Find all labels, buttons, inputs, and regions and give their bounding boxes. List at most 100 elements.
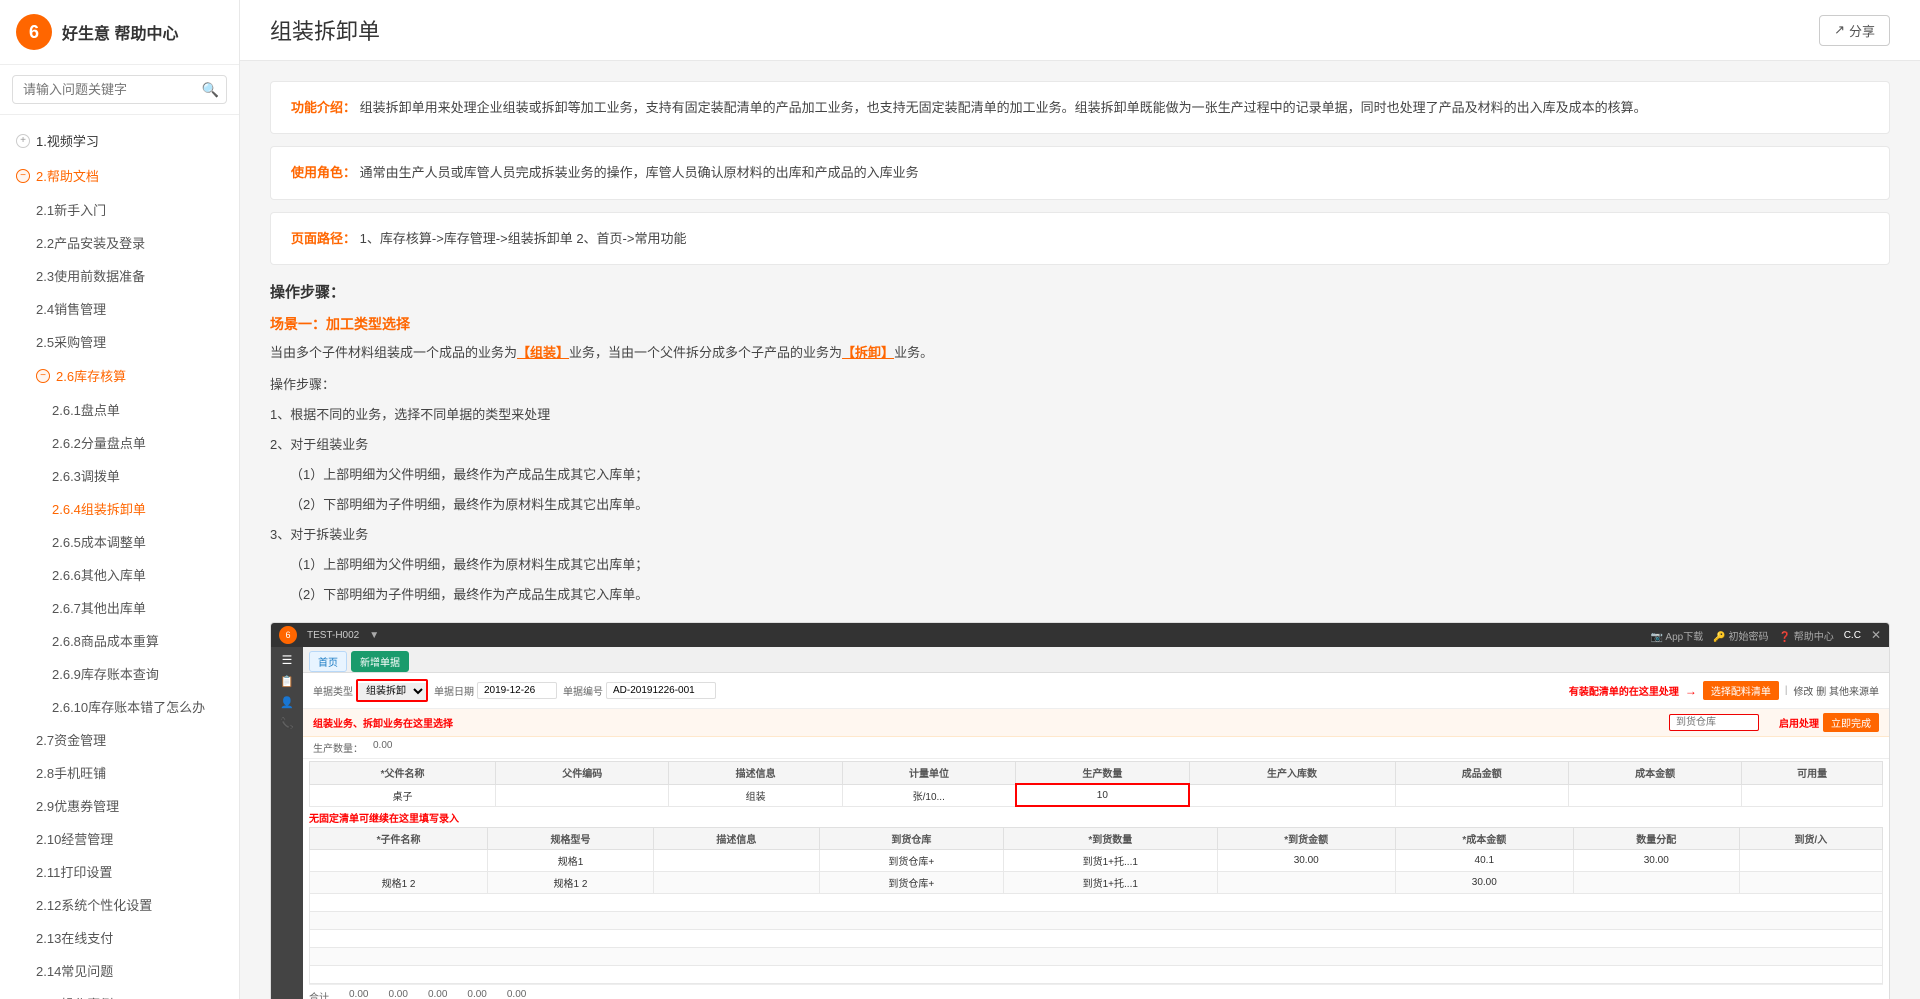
logo-icon: 6 <box>16 14 52 50</box>
ss-total-5: 0.00 <box>507 989 526 999</box>
nav-item-2-6[interactable]: − 2.6库存核算 <box>0 358 239 393</box>
nav-sub-2-6-2[interactable]: 2.6.2分量盘点单 <box>0 426 239 459</box>
step2-text: 2、对于组装业务 <box>270 432 1890 458</box>
main-header: 组装拆卸单 ↗ 分享 <box>240 0 1920 61</box>
ss-bth-child-name: *子件名称 <box>310 828 488 850</box>
share-label: 分享 <box>1849 21 1875 40</box>
nav-sub-2-9[interactable]: 2.9优惠券管理 <box>0 789 239 822</box>
nav-sub-2-2[interactable]: 2.2产品安装及登录 <box>0 226 239 259</box>
ss-top-table: *父件名称 父件编码 描述信息 计量单位 生产数量 生产入库数 成品金额 成本金… <box>309 761 1883 807</box>
nav-sub-2-6-10[interactable]: 2.6.10库存账本错了怎么办 <box>0 690 239 723</box>
ss-annotation3: 启用处理 <box>1779 715 1819 730</box>
ss-date-label: 单据日期 <box>434 683 474 698</box>
ss-total-2: 0.00 <box>388 989 407 999</box>
nav-sub-2-15[interactable]: 2.15操作案例 <box>0 987 239 999</box>
page-title: 组装拆卸单 <box>270 14 380 46</box>
table-row <box>310 930 1883 948</box>
nav-item-2[interactable]: − 2.帮助文档 <box>0 158 239 193</box>
nav-label-2: 2.帮助文档 <box>36 166 99 185</box>
search-button[interactable]: 🔍 <box>202 81 219 98</box>
nav-sub-2-10[interactable]: 2.10经营管理 <box>0 822 239 855</box>
ss-btn-select-recipe[interactable]: 选择配料清单 <box>1703 681 1779 700</box>
ss-th-instock-qty: 生产入库数 <box>1189 762 1395 785</box>
ss-td-prod-qty: 10 <box>1016 784 1189 806</box>
nav-item-1[interactable]: + 1.视频学习 <box>0 123 239 158</box>
share-button[interactable]: ↗ 分享 <box>1819 15 1890 46</box>
ss-annotation-type: 组装业务、拆卸业务在这里选择 <box>313 715 453 730</box>
step3-1-text: （1）上部明细为父件明细，最终作为原材料生成其它出库单； <box>270 552 1890 578</box>
zuhuang-label: 【组装】 <box>517 345 569 360</box>
ss-bth-spec: 规格型号 <box>488 828 654 850</box>
nav-sub-2-13[interactable]: 2.13在线支付 <box>0 921 239 954</box>
collapse-icon-2-6: − <box>36 369 50 383</box>
nav-sub-2-7[interactable]: 2.7资金管理 <box>0 723 239 756</box>
ss-arrow1: → <box>1685 684 1697 698</box>
ss-tab-new: 新增单据 <box>351 651 409 672</box>
ss-top-table-area: *父件名称 父件编码 描述信息 计量单位 生产数量 生产入库数 成品金额 成本金… <box>303 761 1889 825</box>
nav-sub-2-8[interactable]: 2.8手机旺铺 <box>0 756 239 789</box>
screenshot-block: 6 TEST-H002 ▼ 📷 App下载 🔑 初始密码 ❓ 帮助中心 C.C … <box>270 622 1890 999</box>
nav-sub-2-6-9[interactable]: 2.6.9库存账本查询 <box>0 657 239 690</box>
ss-total-label: 合计 <box>309 989 329 999</box>
ss-td-prod-amt <box>1395 784 1568 806</box>
ss-username: C.C <box>1844 630 1861 641</box>
search-input[interactable] <box>12 75 227 104</box>
ss-th-parent-code: 父件编码 <box>496 762 669 785</box>
step3-text: 3、对于拆装业务 <box>270 522 1890 548</box>
nav-sub-2-5[interactable]: 2.5采购管理 <box>0 325 239 358</box>
ss-close-icon: ✕ <box>1871 628 1881 642</box>
table-row: 规格1 到货仓库+ 到货1+托...1 30.00 40.1 30.00 <box>310 850 1883 872</box>
role-block: 使用角色： 通常由生产人员或库管人员完成拆装业务的操作，库管人员确认原材料的出库… <box>270 146 1890 199</box>
ss-total-3: 0.00 <box>428 989 447 999</box>
nav-label-1: 1.视频学习 <box>36 131 99 150</box>
ss-th-prod-amt: 成品金额 <box>1395 762 1568 785</box>
logo-area: 6 好生意 帮助中心 <box>0 0 239 65</box>
ss-number-input[interactable] <box>606 682 716 699</box>
ss-qty-val1: 0.00 <box>373 740 392 755</box>
function-text: 组装拆卸单用来处理企业组装或拆卸等加工业务，支持有固定装配清单的产品加工业务，也… <box>360 100 1647 115</box>
nav-sub-2-4[interactable]: 2.4销售管理 <box>0 292 239 325</box>
ss-date-input[interactable] <box>477 682 557 699</box>
ss-td-cost-amt <box>1568 784 1741 806</box>
nav-sub-2-12[interactable]: 2.12系统个性化设置 <box>0 888 239 921</box>
path-block: 页面路径： 1、库存核算->库存管理->组装拆卸单 2、首页->常用功能 <box>270 212 1890 265</box>
ss-annotation1-area: 有装配清单的在这里处理 → 选择配料清单 | 修改 删 其他来源单 <box>1569 681 1879 700</box>
sidebar: 6 好生意 帮助中心 🔍 + 1.视频学习 − 2.帮助文档 2.1新手入门 2… <box>0 0 240 999</box>
ss-bth-alloc: 数量分配 <box>1573 828 1739 850</box>
ss-type-select[interactable]: 组装拆卸 组装 <box>358 683 426 700</box>
table-row <box>310 912 1883 930</box>
ss-type-label: 单据类型 <box>313 683 353 698</box>
operations-steps: 操作步骤： 1、根据不同的业务，选择不同单据的类型来处理 2、对于组装业务 （1… <box>270 372 1890 608</box>
ss-total-4: 0.00 <box>467 989 486 999</box>
ss-toplink-1: 📷 App下载 <box>1651 628 1703 643</box>
content-area: 功能介绍： 组装拆卸单用来处理企业组装或拆卸等加工业务，支持有固定装配清单的产品… <box>240 61 1920 999</box>
nav-sub-2-3[interactable]: 2.3使用前数据准备 <box>0 259 239 292</box>
ss-bottom-table: *子件名称 规格型号 描述信息 到货仓库 *到货数量 *到货金额 *成本金额 数… <box>309 827 1883 984</box>
ss-th-parent-name: *父件名称 <box>310 762 496 785</box>
share-icon: ↗ <box>1834 22 1845 38</box>
nav-sub-2-6-1[interactable]: 2.6.1盘点单 <box>0 393 239 426</box>
nav-sub-2-11[interactable]: 2.11打印设置 <box>0 855 239 888</box>
ss-btn-confirm[interactable]: 立即完成 <box>1823 713 1879 732</box>
chaixie-label: 【拆卸】 <box>842 345 894 360</box>
nav-sub-2-6-3[interactable]: 2.6.3调拨单 <box>0 459 239 492</box>
scene1-intro-text: 当由多个子件材料组装成一个成品的业务为 <box>270 345 517 360</box>
ss-date-field: 单据日期 <box>434 682 557 699</box>
nav-sub-2-6-6[interactable]: 2.6.6其他入库单 <box>0 558 239 591</box>
ss-bth-amt: *到货金额 <box>1217 828 1395 850</box>
ss-th-unit: 计量单位 <box>842 762 1015 785</box>
table-row: 桌子 组装 张/10... 10 <box>310 784 1883 806</box>
nav-sub-2-6-8[interactable]: 2.6.8商品成本重算 <box>0 624 239 657</box>
ss-warehouse-input[interactable] <box>1669 714 1759 731</box>
nav-sub-2-6-7[interactable]: 2.6.7其他出库单 <box>0 591 239 624</box>
nav-sub-2-1[interactable]: 2.1新手入门 <box>0 193 239 226</box>
ss-bottom-table-area: *子件名称 规格型号 描述信息 到货仓库 *到货数量 *到货金额 *成本金额 数… <box>303 827 1889 999</box>
nav-sub-2-6-4[interactable]: 2.6.4组装拆卸单 <box>0 492 239 525</box>
search-area: 🔍 <box>0 65 239 115</box>
nav-sub-2-14[interactable]: 2.14常见问题 <box>0 954 239 987</box>
path-label: 页面路径： <box>291 231 356 246</box>
path-text: 1、库存核算->库存管理->组装拆卸单 2、首页->常用功能 <box>360 231 687 246</box>
nav-sub-2-6-5[interactable]: 2.6.5成本调整单 <box>0 525 239 558</box>
ss-bth-wh: 到货仓库 <box>819 828 1003 850</box>
ss-total-1: 0.00 <box>349 989 368 999</box>
